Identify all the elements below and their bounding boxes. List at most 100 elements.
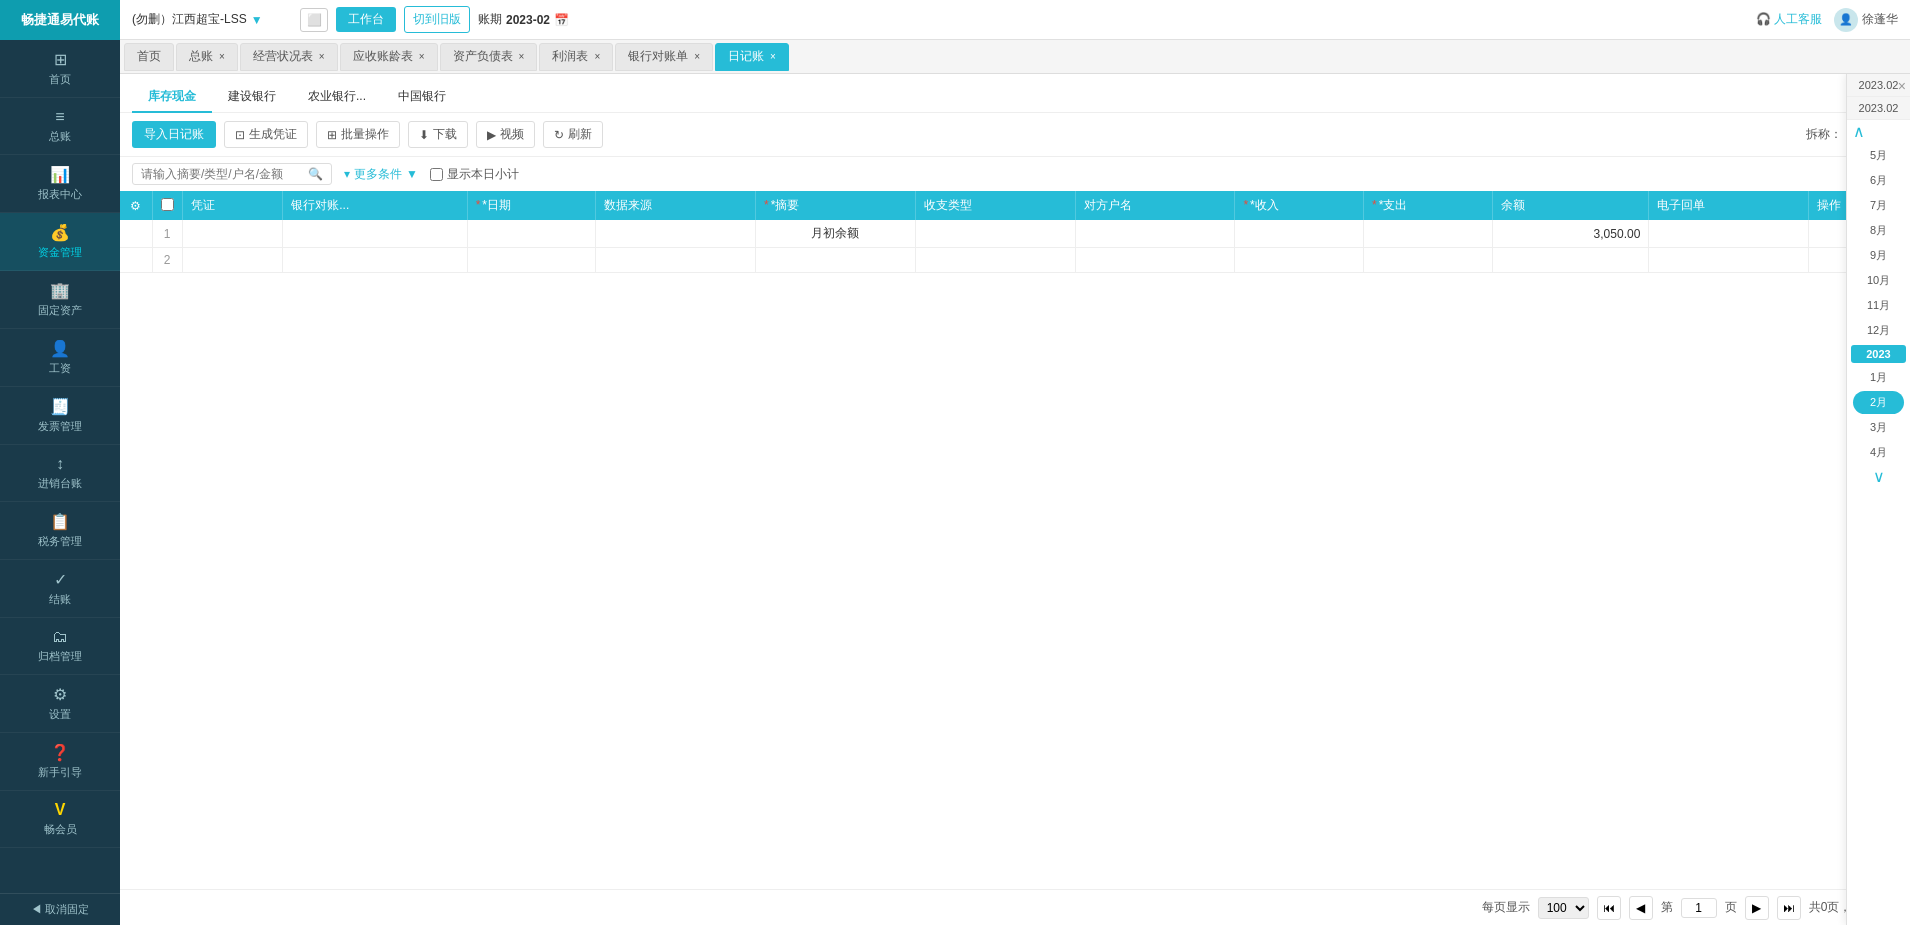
home-icon: ⊞ [54, 50, 67, 69]
date-month-3[interactable]: 3月 [1853, 416, 1904, 439]
select-all-checkbox[interactable] [161, 198, 174, 211]
date-month-11[interactable]: 11月 [1853, 294, 1904, 317]
date-month-12[interactable]: 12月 [1853, 319, 1904, 342]
tab-management-close[interactable]: × [319, 51, 325, 62]
app-logo: 畅捷通易代账 [0, 0, 120, 40]
unfix-sidebar-button[interactable]: ◀ 取消固定 [0, 893, 120, 925]
sidebar-item-tax[interactable]: 📋 税务管理 [0, 502, 120, 560]
sidebar-item-report[interactable]: 📊 报表中心 [0, 155, 120, 213]
last-page-button[interactable]: ⏭ [1777, 896, 1801, 920]
date-month-8[interactable]: 8月 [1853, 219, 1904, 242]
date-month-4[interactable]: 4月 [1853, 441, 1904, 464]
page-number-input[interactable] [1681, 898, 1717, 918]
video-button[interactable]: ▶ 视频 [476, 121, 535, 148]
date-month-6[interactable]: 6月 [1853, 169, 1904, 192]
date-panel-header-2: 2023.02 [1847, 97, 1910, 120]
period-label: 账期 [478, 11, 502, 28]
tab-journal[interactable]: 日记账 × [715, 43, 789, 71]
col-counterpart: 对方户名 [1075, 191, 1235, 220]
old-version-button[interactable]: 切到旧版 [404, 6, 470, 33]
date-month-9[interactable]: 9月 [1853, 244, 1904, 267]
sidebar-item-label: 固定资产 [38, 303, 82, 318]
sidebar-item-ledger[interactable]: ≡ 总账 [0, 98, 120, 155]
row-date-cell [467, 248, 596, 273]
search-input[interactable] [141, 167, 304, 181]
page-unit: 页 [1725, 899, 1737, 916]
sidebar-item-wages[interactable]: 👤 工资 [0, 329, 120, 387]
row-source-cell [596, 220, 756, 248]
tab-profit[interactable]: 利润表 × [539, 43, 613, 71]
sidebar-item-settle[interactable]: ✓ 结账 [0, 560, 120, 618]
tab-receivable-close[interactable]: × [419, 51, 425, 62]
date-month-2-active[interactable]: 2月 [1853, 391, 1904, 414]
download-button[interactable]: ⬇ 下载 [408, 121, 468, 148]
sidebar-item-label: 工资 [49, 361, 71, 376]
tab-management[interactable]: 经营状况表 × [240, 43, 338, 71]
tab-ledger[interactable]: 总账 × [176, 43, 238, 71]
show-daily-checkbox[interactable]: 显示本日小计 [430, 166, 519, 183]
sidebar-item-inout[interactable]: ↕ 进销台账 [0, 445, 120, 502]
tab-profit-close[interactable]: × [594, 51, 600, 62]
refresh-button[interactable]: ↻ 刷新 [543, 121, 603, 148]
tab-bank[interactable]: 银行对账单 × [615, 43, 713, 71]
date-month-1[interactable]: 1月 [1853, 366, 1904, 389]
tab-home[interactable]: 首页 [124, 43, 174, 71]
col-settings[interactable]: ⚙ [120, 191, 152, 220]
sidebar-item-invoice[interactable]: 🧾 发票管理 [0, 387, 120, 445]
journal-table-wrap: ⚙ 凭证 银行对账... **日期 数据来源 **摘要 收支类 [120, 191, 1910, 889]
sidebar-item-assets[interactable]: 🏢 固定资产 [0, 271, 120, 329]
sidebar-item-guide[interactable]: ❓ 新手引导 [0, 733, 120, 791]
topbar: (勿删）江西超宝-LSS ▼ ⬜ 工作台 切到旧版 账期 2023-02 📅 🎧… [120, 0, 1910, 40]
workspace-button[interactable]: 工作台 [336, 7, 396, 32]
tab-assets[interactable]: 资产负债表 × [440, 43, 538, 71]
row-income-cell [1235, 248, 1364, 273]
per-page-select[interactable]: 100 [1538, 897, 1589, 919]
tab-ledger-close[interactable]: × [219, 51, 225, 62]
daily-checkbox-input[interactable] [430, 168, 443, 181]
copy-button[interactable]: ⬜ [300, 8, 328, 32]
date-up-arrow[interactable]: ∧ [1853, 122, 1865, 141]
next-page-button[interactable]: ▶ [1745, 896, 1769, 920]
company-selector[interactable]: (勿删）江西超宝-LSS ▼ [132, 11, 292, 28]
sidebar-item-home[interactable]: ⊞ 首页 [0, 40, 120, 98]
service-link[interactable]: 🎧 人工客服 [1756, 11, 1822, 28]
calendar-icon[interactable]: 📅 [554, 13, 569, 27]
sub-tab-nongye[interactable]: 农业银行... [292, 82, 382, 113]
tab-journal-close[interactable]: × [770, 51, 776, 62]
search-wrap[interactable]: 🔍 [132, 163, 332, 185]
col-date: **日期 [467, 191, 596, 220]
date-month-10[interactable]: 10月 [1853, 269, 1904, 292]
sidebar-item-settings[interactable]: ⚙ 设置 [0, 675, 120, 733]
row-voucher-cell [182, 248, 283, 273]
import-journal-button[interactable]: 导入日记账 [132, 121, 216, 148]
sub-tab-zhongguo[interactable]: 中国银行 [382, 82, 462, 113]
tab-assets-close[interactable]: × [519, 51, 525, 62]
batch-op-button[interactable]: ⊞ 批量操作 [316, 121, 400, 148]
generate-voucher-button[interactable]: ⊡ 生成凭证 [224, 121, 308, 148]
date-down-arrow[interactable]: ∨ [1873, 467, 1885, 486]
sidebar-item-capital[interactable]: 💰 资金管理 [0, 213, 120, 271]
sidebar-item-vip[interactable]: V 畅会员 [0, 791, 120, 848]
sub-tab-cash[interactable]: 库存现金 [132, 82, 212, 113]
date-month-7[interactable]: 7月 [1853, 194, 1904, 217]
col-check[interactable] [152, 191, 182, 220]
date-panel-close-button[interactable]: × [1898, 78, 1906, 94]
sidebar-item-label: 资金管理 [38, 245, 82, 260]
tab-bank-close[interactable]: × [694, 51, 700, 62]
company-dropdown-icon[interactable]: ▼ [251, 13, 263, 27]
first-page-button[interactable]: ⏮ [1597, 896, 1621, 920]
download-icon: ⬇ [419, 128, 429, 142]
per-page-label: 每页显示 [1482, 899, 1530, 916]
prev-page-button[interactable]: ◀ [1629, 896, 1653, 920]
user-menu[interactable]: 👤 徐蓬华 [1834, 8, 1898, 32]
sidebar: 畅捷通易代账 ⊞ 首页 ≡ 总账 📊 报表中心 💰 资金管理 🏢 固定资产 👤 … [0, 0, 120, 925]
tab-receivable[interactable]: 应收账龄表 × [340, 43, 438, 71]
sub-tab-jianshe[interactable]: 建设银行 [212, 82, 292, 113]
more-filters-button[interactable]: ▾ 更多条件 ▼ [344, 166, 418, 183]
row-counterpart-cell [1075, 220, 1235, 248]
tab-bank-label: 银行对账单 [628, 48, 688, 65]
sidebar-item-archive[interactable]: 🗂 归档管理 [0, 618, 120, 675]
date-month-5[interactable]: 5月 [1853, 144, 1904, 167]
col-payment-type: 收支类型 [915, 191, 1075, 220]
row-ebill-cell [1649, 220, 1809, 248]
